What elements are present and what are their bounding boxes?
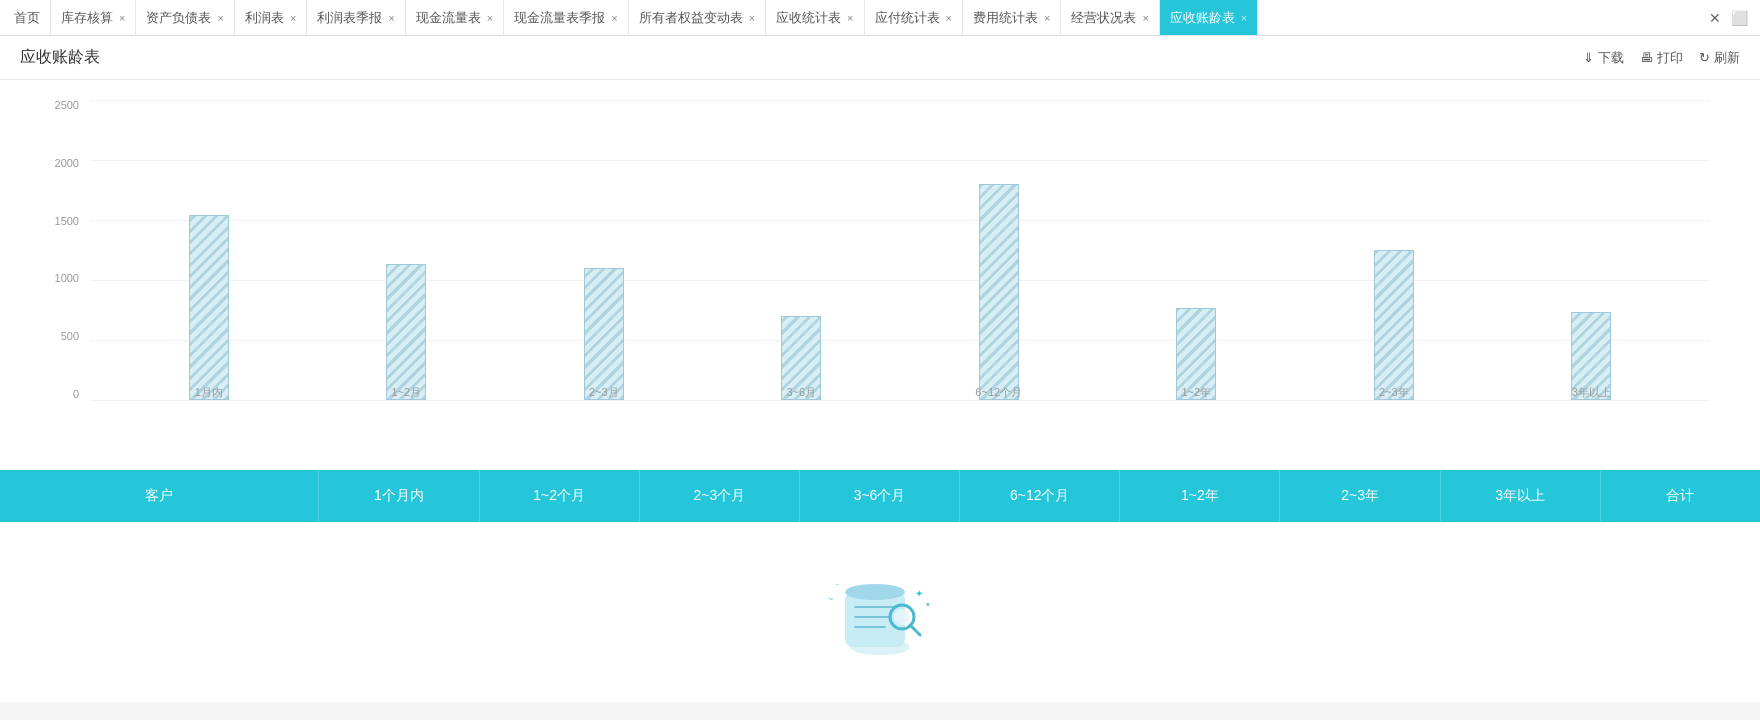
bar-group-2 <box>584 268 624 400</box>
bar-0 <box>189 215 229 400</box>
x-label-2: 2~3月 <box>574 385 634 400</box>
bar-4 <box>979 184 1019 400</box>
tab-close-operations[interactable]: × <box>1142 12 1148 24</box>
bar-2 <box>584 268 624 400</box>
bars-container <box>90 100 1710 400</box>
x-label-4: 6~12个月 <box>969 385 1029 400</box>
th-8: 3年以上 <box>1441 470 1601 522</box>
y-label-500: 500 <box>61 331 79 342</box>
table-body: ✦ ✦ ~ ~ <box>0 522 1760 702</box>
window-maximize-btn[interactable]: ⬜ <box>1730 9 1748 27</box>
th-9: 合计 <box>1601 470 1760 522</box>
x-label-1: 1~2月 <box>376 385 436 400</box>
th-2: 1~2个月 <box>480 470 640 522</box>
y-label-2000: 2000 <box>55 158 79 169</box>
tab-close-cashflow-quarterly[interactable]: × <box>611 12 617 24</box>
refresh-btn[interactable]: ↻ 刷新 <box>1699 49 1740 67</box>
x-label-5: 1~2年 <box>1166 385 1226 400</box>
svg-text:~: ~ <box>828 594 833 604</box>
tab-ap-stats[interactable]: 应付统计表 × <box>865 0 963 36</box>
x-label-6: 2~3年 <box>1364 385 1424 400</box>
tab-close-equity[interactable]: × <box>749 12 755 24</box>
svg-point-7 <box>894 609 910 625</box>
y-label-2500-top: 2500 <box>55 100 79 111</box>
window-controls: ✕ ⬜ <box>1706 9 1752 27</box>
tab-close-ar-aging[interactable]: × <box>1241 12 1247 24</box>
table-header: 客户1个月内1~2个月2~3个月3~6个月6~12个月1~2年2~3年3年以上合… <box>0 470 1760 522</box>
tab-expense-stats[interactable]: 费用统计表 × <box>963 0 1061 36</box>
tab-ar-stats[interactable]: 应收统计表 × <box>766 0 864 36</box>
tab-close-profit[interactable]: × <box>290 12 296 24</box>
chart-container: 2500 2000 1500 1000 500 0 <box>40 100 1720 430</box>
page-title: 应收账龄表 <box>20 47 100 68</box>
tab-profit-quarterly[interactable]: 利润表季报 × <box>307 0 405 36</box>
bar-group-6 <box>1374 250 1414 400</box>
tab-profit[interactable]: 利润表 × <box>235 0 307 36</box>
tab-close-ap-stats[interactable]: × <box>946 12 952 24</box>
y-label-1500: 1500 <box>55 216 79 227</box>
empty-illustration: ✦ ✦ ~ ~ <box>820 562 940 662</box>
tab-close-profit-quarterly[interactable]: × <box>388 12 394 24</box>
tab-ar-aging[interactable]: 应收账龄表 × <box>1160 0 1258 36</box>
th-1: 1个月内 <box>319 470 479 522</box>
th-5: 6~12个月 <box>960 470 1120 522</box>
tab-home[interactable]: 首页 <box>8 0 51 36</box>
tab-close-balance[interactable]: × <box>217 12 223 24</box>
svg-text:✦: ✦ <box>925 601 931 608</box>
print-btn[interactable]: 🖶 打印 <box>1640 49 1683 67</box>
tab-operations[interactable]: 经营状况表 × <box>1061 0 1159 36</box>
svg-text:~: ~ <box>835 580 840 589</box>
chart-area: 2500 2000 1500 1000 500 0 <box>0 80 1760 470</box>
tab-inventory[interactable]: 库存核算 × <box>51 0 136 36</box>
svg-point-2 <box>845 584 905 600</box>
x-label-7: 3年以上 <box>1561 385 1621 400</box>
refresh-icon: ↻ <box>1699 50 1710 65</box>
tab-close-cashflow[interactable]: × <box>487 12 493 24</box>
y-label-1000: 1000 <box>55 273 79 284</box>
header-actions: ⇓ 下载 🖶 打印 ↻ 刷新 <box>1583 49 1740 67</box>
chart-plot: 1月内 1~2月 2~3月 3~6月 6~12个月 1~2年 2~3年 3年以上 <box>90 100 1710 400</box>
y-label-0: 0 <box>73 389 79 400</box>
tab-balance[interactable]: 资产负债表 × <box>136 0 234 36</box>
th-6: 1~2年 <box>1120 470 1280 522</box>
x-label-0: 1月内 <box>179 385 239 400</box>
y-axis: 2500 2000 1500 1000 500 0 <box>40 100 85 400</box>
th-0: 客户 <box>0 470 319 522</box>
x-label-3: 3~6月 <box>771 385 831 400</box>
grid-line-0 <box>90 400 1710 401</box>
tab-close-expense-stats[interactable]: × <box>1044 12 1050 24</box>
bar-group-4 <box>979 184 1019 400</box>
svg-line-8 <box>910 625 920 635</box>
download-icon: ⇓ <box>1583 50 1594 65</box>
th-7: 2~3年 <box>1280 470 1440 522</box>
empty-state: ✦ ✦ ~ ~ <box>800 542 960 682</box>
th-3: 2~3个月 <box>640 470 800 522</box>
tab-close-inventory[interactable]: × <box>119 12 125 24</box>
tab-cashflow[interactable]: 现金流量表 × <box>406 0 504 36</box>
main-content: 2500 2000 1500 1000 500 0 <box>0 80 1760 702</box>
svg-text:✦: ✦ <box>915 588 923 599</box>
th-4: 3~6个月 <box>800 470 960 522</box>
x-axis: 1月内 1~2月 2~3月 3~6月 6~12个月 1~2年 2~3年 3年以上 <box>90 385 1710 400</box>
bar-1 <box>386 264 426 400</box>
page-header: 应收账龄表 ⇓ 下载 🖶 打印 ↻ 刷新 <box>0 36 1760 80</box>
print-icon: 🖶 <box>1640 50 1653 65</box>
bar-6 <box>1374 250 1414 400</box>
tab-bar: 首页 库存核算 × 资产负债表 × 利润表 × 利润表季报 × 现金流量表 × … <box>0 0 1760 36</box>
download-btn[interactable]: ⇓ 下载 <box>1583 49 1624 67</box>
tab-close-ar-stats[interactable]: × <box>847 12 853 24</box>
bar-group-1 <box>386 264 426 400</box>
tab-equity[interactable]: 所有者权益变动表 × <box>629 0 766 36</box>
bar-group-0 <box>189 215 229 400</box>
window-close-btn[interactable]: ✕ <box>1706 9 1724 27</box>
tab-cashflow-quarterly[interactable]: 现金流量表季报 × <box>504 0 628 36</box>
